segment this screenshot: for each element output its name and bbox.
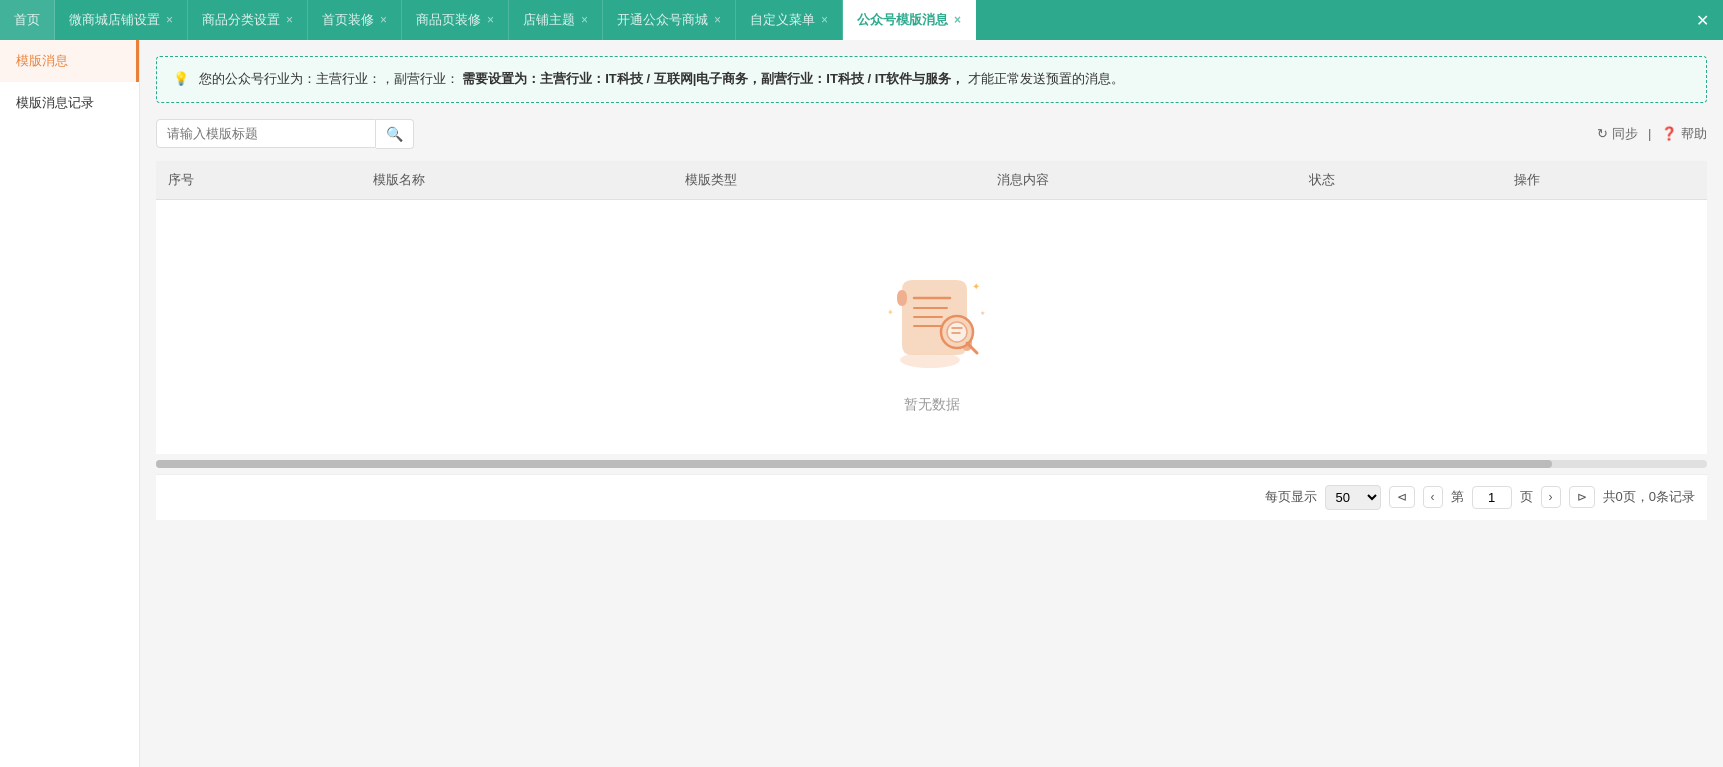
tab-item-4[interactable]: 商品页装修× xyxy=(402,0,509,40)
tab-item-2[interactable]: 商品分类设置× xyxy=(188,0,308,40)
main-layout: 模版消息模版消息记录 💡 您的公众号行业为：主营行业：，副营行业： 需要设置为：… xyxy=(0,40,1723,767)
table-col-状态: 状态 xyxy=(1297,161,1502,200)
sync-label: 同步 xyxy=(1612,126,1638,141)
svg-text:✦: ✦ xyxy=(972,281,980,292)
search-button[interactable]: 🔍 xyxy=(376,119,414,149)
toolbar-right: ↻ 同步 | ❓ 帮助 xyxy=(1597,125,1707,143)
empty-state: ✦ ✦ ★ 暂无数据 xyxy=(156,200,1707,454)
help-label: 帮助 xyxy=(1681,126,1707,141)
search-area: 🔍 xyxy=(156,119,414,149)
help-icon: ❓ xyxy=(1661,126,1677,141)
table-col-序号: 序号 xyxy=(156,161,361,200)
tab-item-3[interactable]: 首页装修× xyxy=(308,0,402,40)
table-col-操作: 操作 xyxy=(1502,161,1707,200)
table-container: 序号模版名称模版类型消息内容状态操作 xyxy=(156,161,1707,474)
svg-text:★: ★ xyxy=(980,310,985,316)
last-page-button[interactable]: ⊳ xyxy=(1569,486,1595,508)
search-input[interactable] xyxy=(156,119,376,148)
scrollbar-thumb[interactable] xyxy=(156,460,1552,468)
next-page-button[interactable]: › xyxy=(1541,486,1561,508)
svg-text:✦: ✦ xyxy=(887,308,894,317)
prev-page-button[interactable]: ‹ xyxy=(1423,486,1443,508)
tab-item-7[interactable]: 自定义菜单× xyxy=(736,0,843,40)
tab-item-1[interactable]: 微商城店铺设置× xyxy=(55,0,188,40)
help-button[interactable]: ❓ 帮助 xyxy=(1661,125,1707,143)
close-all-button[interactable]: ✕ xyxy=(1682,11,1723,30)
page-size-select[interactable]: 50 20 100 xyxy=(1325,485,1381,510)
empty-illustration: ✦ ✦ ★ xyxy=(872,260,992,380)
sidebar-item-1[interactable]: 模版消息记录 xyxy=(0,82,139,124)
table-col-模版名称: 模版名称 xyxy=(361,161,673,200)
data-table: 序号模版名称模版类型消息内容状态操作 xyxy=(156,161,1707,454)
notice-box: 💡 您的公众号行业为：主营行业：，副营行业： 需要设置为：主营行业：IT科技 /… xyxy=(156,56,1707,103)
notice-prefix: 您的公众号行业为：主营行业：，副营行业： xyxy=(199,71,459,86)
tab-item-0[interactable]: 首页 xyxy=(0,0,55,40)
table-col-消息内容: 消息内容 xyxy=(985,161,1297,200)
content-area: 💡 您的公众号行业为：主营行业：，副营行业： 需要设置为：主营行业：IT科技 /… xyxy=(140,40,1723,767)
toolbar: 🔍 ↻ 同步 | ❓ 帮助 xyxy=(156,119,1707,149)
tab-item-8[interactable]: 公众号模版消息× xyxy=(843,0,976,40)
sidebar-item-0[interactable]: 模版消息 xyxy=(0,40,139,82)
toolbar-separator: | xyxy=(1648,126,1651,141)
tab-close-2[interactable]: × xyxy=(286,13,293,27)
first-page-button[interactable]: ⊲ xyxy=(1389,486,1415,508)
page-number-input[interactable] xyxy=(1472,486,1512,509)
tab-close-6[interactable]: × xyxy=(714,13,721,27)
sync-button[interactable]: ↻ 同步 xyxy=(1597,125,1638,143)
tab-close-3[interactable]: × xyxy=(380,13,387,27)
tab-close-1[interactable]: × xyxy=(166,13,173,27)
tab-item-6[interactable]: 开通公众号商城× xyxy=(603,0,736,40)
page-label-pre: 第 xyxy=(1451,488,1464,506)
horizontal-scrollbar[interactable] xyxy=(156,460,1707,468)
tab-item-5[interactable]: 店铺主题× xyxy=(509,0,603,40)
svg-point-6 xyxy=(947,322,967,342)
notice-suffix: 才能正常发送预置的消息。 xyxy=(968,71,1124,86)
pagination-bar: 每页显示 50 20 100 ⊲ ‹ 第 页 › ⊳ 共0页，0条记录 xyxy=(156,474,1707,520)
page-size-label: 每页显示 xyxy=(1265,488,1317,506)
tab-close-4[interactable]: × xyxy=(487,13,494,27)
table-col-模版类型: 模版类型 xyxy=(673,161,985,200)
empty-text: 暂无数据 xyxy=(156,396,1707,414)
notice-icon: 💡 xyxy=(173,71,189,86)
total-info: 共0页，0条记录 xyxy=(1603,488,1695,506)
tab-close-5[interactable]: × xyxy=(581,13,588,27)
tab-close-8[interactable]: × xyxy=(954,13,961,27)
sync-icon: ↻ xyxy=(1597,126,1608,141)
page-label-suf: 页 xyxy=(1520,488,1533,506)
notice-highlight: 需要设置为：主营行业：IT科技 / 互联网|电子商务，副营行业：IT科技 / I… xyxy=(462,71,964,86)
tab-close-7[interactable]: × xyxy=(821,13,828,27)
sidebar: 模版消息模版消息记录 xyxy=(0,40,140,767)
tab-bar: 首页微商城店铺设置×商品分类设置×首页装修×商品页装修×店铺主题×开通公众号商城… xyxy=(0,0,1723,40)
